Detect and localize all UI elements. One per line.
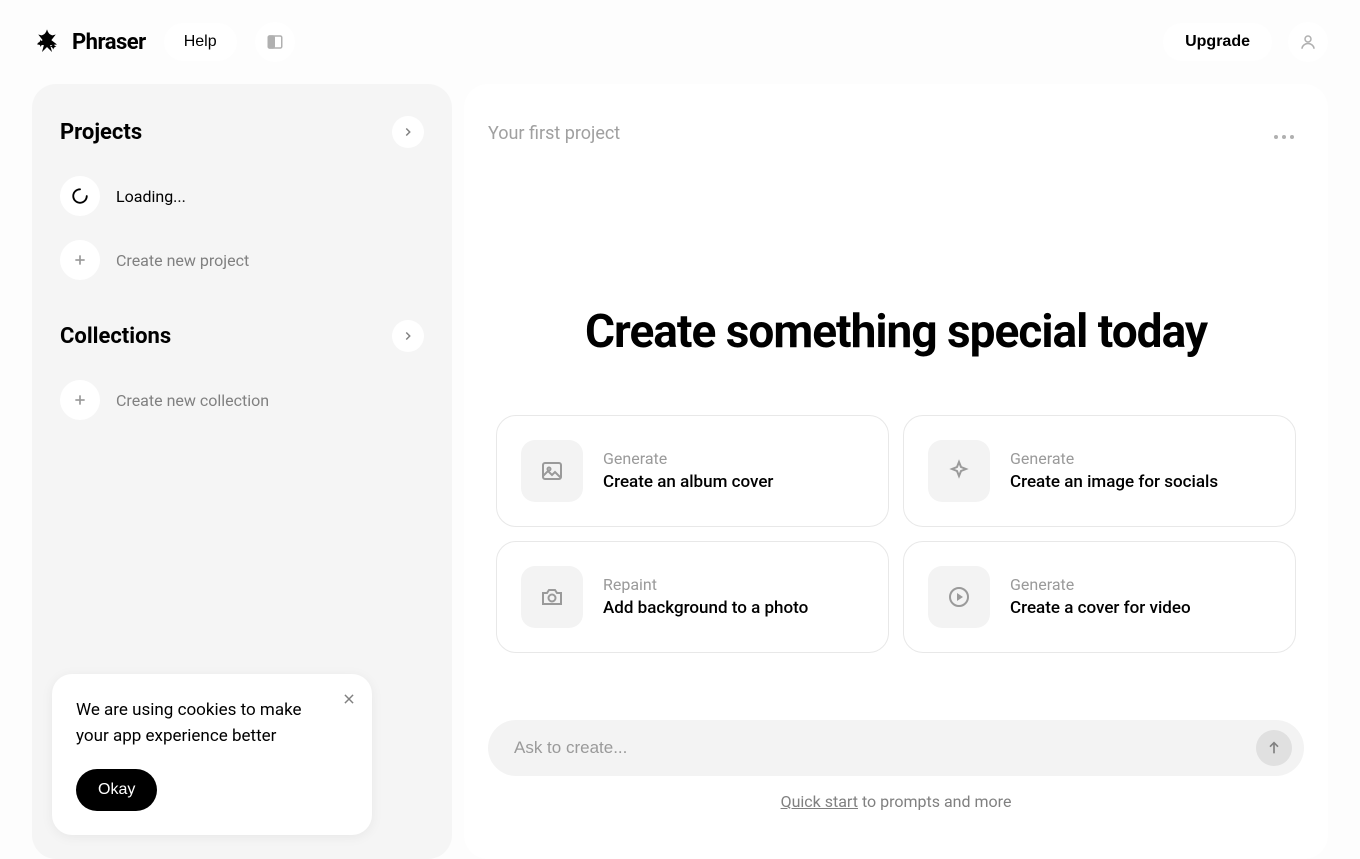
collections-title: Collections [60,324,171,349]
brand-name: Phraser [72,30,146,55]
play-circle-icon [947,585,971,609]
dots-icon [1272,134,1296,140]
card-title: Add background to a photo [603,598,808,618]
card-icon [521,566,583,628]
cards-grid: Generate Create an album cover Generate … [496,415,1296,653]
cookie-text: We are using cookies to make your app ex… [76,698,348,749]
quick-start-line: Quick start to prompts and more [781,792,1012,811]
card-video-cover[interactable]: Generate Create a cover for video [903,541,1296,653]
projects-expand-button[interactable] [392,116,424,148]
more-button[interactable] [1264,116,1304,150]
header-left: Phraser Help [32,22,295,62]
prompt-input-wrapper [488,720,1304,776]
cookie-close-button[interactable] [338,686,360,715]
content: Your first project Create something spec… [464,84,1328,859]
quick-start-suffix: to prompts and more [858,792,1011,811]
card-text: Repaint Add background to a photo [603,575,808,618]
quick-start-link[interactable]: Quick start [781,792,858,811]
chevron-right-icon [401,329,415,343]
card-album-cover[interactable]: Generate Create an album cover [496,415,889,527]
avatar-button[interactable] [1288,22,1328,62]
plus-icon-wrapper [60,240,100,280]
project-name: Your first project [488,123,620,144]
hero-title: Create something special today [585,305,1207,359]
loading-label: Loading... [116,187,186,206]
user-icon [1299,33,1317,51]
spinner-icon [71,187,89,205]
card-category: Generate [1010,449,1218,468]
card-title: Create an image for socials [1010,472,1218,492]
card-title: Create an album cover [603,472,773,492]
create-project-label: Create new project [116,251,249,270]
arrow-up-icon [1266,740,1282,756]
create-collection-label: Create new collection [116,391,269,410]
chevron-right-icon [401,125,415,139]
card-category: Generate [1010,575,1191,594]
prompt-bar: Quick start to prompts and more [488,720,1304,811]
projects-title: Projects [60,120,142,145]
loading-project-item: Loading... [60,168,424,224]
collections-expand-button[interactable] [392,320,424,352]
upgrade-button[interactable]: Upgrade [1163,23,1272,61]
card-category: Generate [603,449,773,468]
logo[interactable]: Phraser [32,27,146,57]
close-icon [342,692,356,706]
projects-header: Projects [60,116,424,148]
card-icon [928,566,990,628]
create-collection-item[interactable]: Create new collection [60,372,424,428]
prompt-input[interactable] [500,730,1256,766]
card-category: Repaint [603,575,808,594]
help-button[interactable]: Help [164,23,237,61]
create-project-item[interactable]: Create new project [60,232,424,288]
image-icon [540,459,564,483]
card-repaint[interactable]: Repaint Add background to a photo [496,541,889,653]
plus-icon [72,252,88,268]
plus-icon [72,392,88,408]
header: Phraser Help Upgrade [0,0,1360,84]
camera-icon [540,585,564,609]
sparkle-icon [947,459,971,483]
header-right: Upgrade [1163,22,1328,62]
sidebar-icon [266,33,284,51]
cookie-banner: We are using cookies to make your app ex… [52,674,372,835]
loading-icon-wrapper [60,176,100,216]
card-text: Generate Create a cover for video [1010,575,1191,618]
content-header: Your first project [488,116,1304,150]
card-text: Generate Create an image for socials [1010,449,1218,492]
cookie-ok-button[interactable]: Okay [76,769,157,811]
collections-section: Collections Create new collection [60,320,424,428]
card-text: Generate Create an album cover [603,449,773,492]
card-icon [521,440,583,502]
asterisk-icon [32,27,62,57]
card-socials[interactable]: Generate Create an image for socials [903,415,1296,527]
collections-header: Collections [60,320,424,352]
send-button[interactable] [1256,730,1292,766]
plus-icon-wrapper [60,380,100,420]
sidebar-toggle-button[interactable] [255,22,295,62]
card-icon [928,440,990,502]
card-title: Create a cover for video [1010,598,1191,618]
